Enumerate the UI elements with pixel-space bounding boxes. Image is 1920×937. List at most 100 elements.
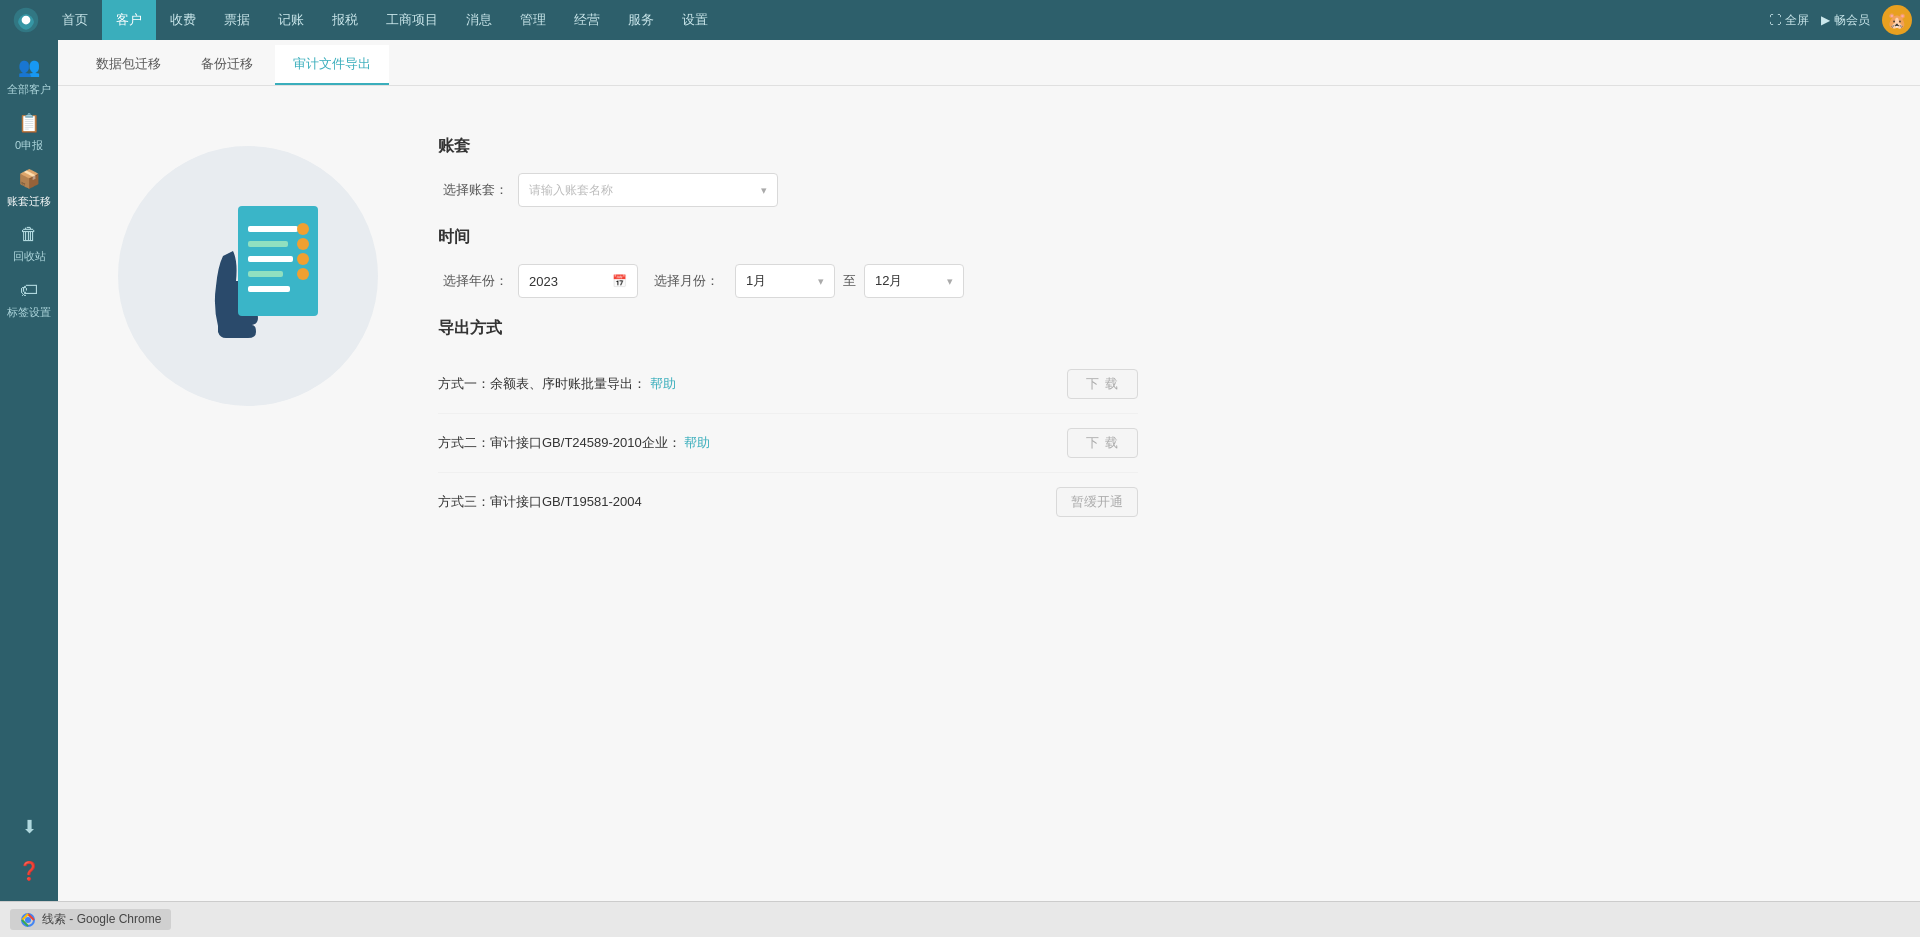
top-navigation: 首页 客户 收费 票据 记账 报税 工商项目 消息 管理 经营 服务 设置 ⛶ …: [0, 0, 1920, 40]
time-separator: 至: [843, 272, 856, 290]
export-methods: 方式一：余额表、序时账批量导出： 帮助 下 载 方式二：审计接口GB/T2458…: [438, 355, 1138, 531]
sidebar-item-zero-declaration[interactable]: 📋 0申报: [1, 104, 57, 160]
nav-right: ⛶ 全屏 ▶ 畅会员 🐹: [1769, 5, 1912, 35]
calendar-icon: 📅: [612, 274, 627, 288]
sidebar-item-all-customers[interactable]: 👥 全部客户: [1, 48, 57, 104]
page-content: 账套 选择账套： 请输入账套名称 ▾ 时间 选择年份： 2023 📅: [58, 86, 1920, 901]
export-method-2-label: 方式二：审计接口GB/T24589-2010企业： 帮助: [438, 434, 710, 452]
export-method-3: 方式三：审计接口GB/T19581-2004 暂缓开通: [438, 473, 1138, 531]
chevron-down-month-start-icon: ▾: [818, 275, 824, 288]
method-2-text: 方式二：审计接口GB/T24589-2010企业：: [438, 435, 681, 450]
main-layout: 👥 全部客户 📋 0申报 📦 账套迁移 🗑 回收站 🏷 标签设置 ⬇ ❓ 数据包…: [0, 40, 1920, 901]
nav-customer[interactable]: 客户: [102, 0, 156, 40]
export-method-1: 方式一：余额表、序时账批量导出： 帮助 下 载: [438, 355, 1138, 414]
tag-icon: 🏷: [20, 280, 38, 301]
chrome-icon: [20, 912, 36, 928]
month-start-value: 1月: [746, 272, 766, 290]
nav-billing[interactable]: 收费: [156, 0, 210, 40]
year-label: 选择年份：: [438, 272, 508, 290]
export-section-title: 导出方式: [438, 318, 1138, 339]
declaration-icon: 📋: [18, 112, 40, 134]
svg-point-8: [297, 223, 309, 235]
account-section-title: 账套: [438, 136, 1138, 157]
nav-business[interactable]: 工商项目: [372, 0, 452, 40]
avatar[interactable]: 🐹: [1882, 5, 1912, 35]
trash-icon: 🗑: [20, 224, 38, 245]
sidebar-item-tag-settings[interactable]: 🏷 标签设置: [1, 272, 57, 328]
download-sidebar-icon[interactable]: ⬇: [11, 809, 47, 845]
member-button[interactable]: ▶ 畅会员: [1821, 12, 1870, 29]
chevron-down-month-end-icon: ▾: [947, 275, 953, 288]
fullscreen-label: 全屏: [1785, 12, 1809, 29]
month-end-select[interactable]: 12月 ▾: [864, 264, 964, 298]
svg-point-11: [297, 268, 309, 280]
month-end-value: 12月: [875, 272, 902, 290]
taskbar-chrome-item[interactable]: 线索 - Google Chrome: [10, 909, 171, 930]
form-area: 账套 选择账套： 请输入账套名称 ▾ 时间 选择年份： 2023 📅: [438, 116, 1138, 871]
time-controls: 2023 📅 选择月份： 1月 ▾ 至 12月 ▾: [518, 264, 964, 298]
chevron-down-icon: ▾: [761, 184, 767, 197]
fullscreen-icon: ⛶: [1769, 13, 1781, 27]
method-1-text: 方式一：余额表、序时账批量导出：: [438, 376, 646, 391]
nav-bookkeeping[interactable]: 记账: [264, 0, 318, 40]
sidebar-label-tags: 标签设置: [7, 305, 51, 320]
member-icon: ▶: [1821, 13, 1830, 27]
audit-illustration: [148, 166, 348, 386]
month-start-select[interactable]: 1月 ▾: [735, 264, 835, 298]
svg-rect-7: [248, 286, 290, 292]
nav-service[interactable]: 服务: [614, 0, 668, 40]
method-2-download-button[interactable]: 下 载: [1067, 428, 1138, 458]
illustration-circle: [118, 146, 378, 406]
tab-data-migration[interactable]: 数据包迁移: [78, 45, 179, 85]
content-area: 数据包迁移 备份迁移 审计文件导出: [58, 40, 1920, 901]
account-select[interactable]: 请输入账套名称 ▾: [518, 173, 778, 207]
tab-audit-export[interactable]: 审计文件导出: [275, 45, 389, 85]
svg-rect-5: [248, 256, 293, 262]
sidebar-item-account-migration[interactable]: 📦 账套迁移: [1, 160, 57, 216]
nav-invoice[interactable]: 票据: [210, 0, 264, 40]
month-label: 选择月份：: [654, 272, 719, 290]
sidebar-label-migration: 账套迁移: [7, 194, 51, 209]
svg-rect-3: [248, 226, 298, 232]
nav-home[interactable]: 首页: [48, 0, 102, 40]
method-1-help-link[interactable]: 帮助: [650, 376, 676, 391]
sidebar: 👥 全部客户 📋 0申报 📦 账套迁移 🗑 回收站 🏷 标签设置 ⬇ ❓: [0, 40, 58, 901]
sidebar-label-recycle: 回收站: [13, 249, 46, 264]
nav-items: 首页 客户 收费 票据 记账 报税 工商项目 消息 管理 经营 服务 设置: [48, 0, 1769, 40]
year-input[interactable]: 2023 📅: [518, 264, 638, 298]
taskbar-item-label: 线索 - Google Chrome: [42, 911, 161, 928]
account-row: 选择账套： 请输入账套名称 ▾: [438, 173, 1138, 207]
nav-operation[interactable]: 经营: [560, 0, 614, 40]
member-label: 畅会员: [1834, 12, 1870, 29]
time-row: 选择年份： 2023 📅 选择月份： 1月 ▾ 至 12月: [438, 264, 1138, 298]
nav-message[interactable]: 消息: [452, 0, 506, 40]
taskbar: 线索 - Google Chrome: [0, 901, 1920, 937]
tabs-bar: 数据包迁移 备份迁移 审计文件导出: [58, 40, 1920, 86]
nav-tax[interactable]: 报税: [318, 0, 372, 40]
fullscreen-button[interactable]: ⛶ 全屏: [1769, 12, 1809, 29]
sidebar-item-recycle[interactable]: 🗑 回收站: [1, 216, 57, 272]
svg-point-9: [297, 238, 309, 250]
illustration-area: [118, 116, 378, 871]
method-2-help-link[interactable]: 帮助: [684, 435, 710, 450]
help-sidebar-icon[interactable]: ❓: [11, 853, 47, 889]
sidebar-bottom: ⬇ ❓: [11, 809, 47, 901]
sidebar-label-declaration: 0申报: [15, 138, 43, 153]
people-icon: 👥: [18, 56, 40, 78]
tab-backup-migration[interactable]: 备份迁移: [183, 45, 271, 85]
export-method-3-label: 方式三：审计接口GB/T19581-2004: [438, 493, 642, 511]
svg-point-10: [297, 253, 309, 265]
year-value: 2023: [529, 274, 558, 289]
export-method-1-label: 方式一：余额表、序时账批量导出： 帮助: [438, 375, 676, 393]
svg-rect-4: [248, 241, 288, 247]
export-method-2: 方式二：审计接口GB/T24589-2010企业： 帮助 下 载: [438, 414, 1138, 473]
method-3-open-button[interactable]: 暂缓开通: [1056, 487, 1138, 517]
method-1-download-button[interactable]: 下 载: [1067, 369, 1138, 399]
nav-manage[interactable]: 管理: [506, 0, 560, 40]
time-section-title: 时间: [438, 227, 1138, 248]
app-logo: [8, 2, 44, 38]
migration-icon: 📦: [18, 168, 40, 190]
svg-point-1: [22, 16, 31, 25]
svg-point-13: [25, 917, 31, 923]
nav-settings[interactable]: 设置: [668, 0, 722, 40]
